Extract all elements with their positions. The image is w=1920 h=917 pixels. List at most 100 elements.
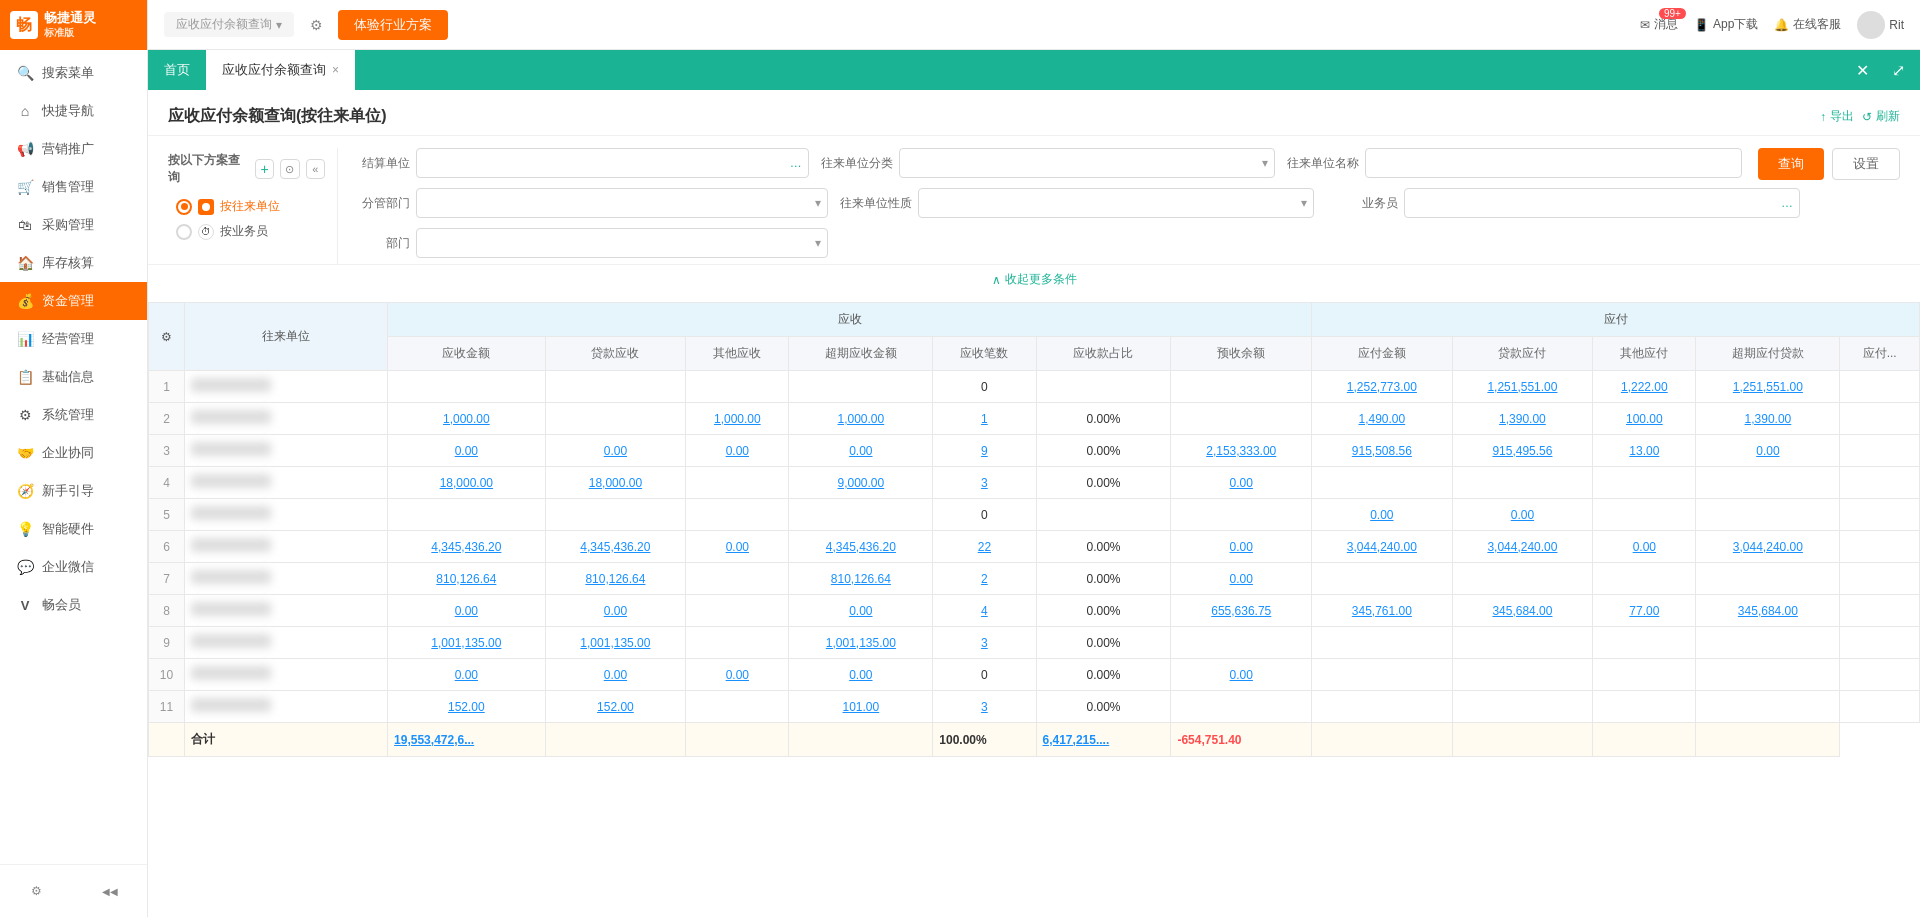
cell-data-7[interactable]: 1,252,773.00 [1312, 371, 1453, 403]
export-button[interactable]: ↑ 导出 [1820, 108, 1854, 125]
sidebar-item-inventory[interactable]: 🏠 库存核算 [0, 244, 147, 282]
app-download-button[interactable]: 📱 App下载 [1694, 16, 1758, 33]
sidebar-item-quicknav[interactable]: ⌂ 快捷导航 [0, 92, 147, 130]
tab-close-window-icon[interactable]: ✕ [1848, 56, 1876, 84]
cell-data-10[interactable]: 3,044,240.00 [1696, 531, 1840, 563]
filter-option-by-employee[interactable]: ⏱ 按业务员 [176, 219, 325, 244]
cell-data-10[interactable]: 0.00 [1696, 435, 1840, 467]
cell-data-4[interactable]: 3 [933, 627, 1036, 659]
settings-gear-icon[interactable]: ⚙ [302, 11, 330, 39]
cell-data-1[interactable]: 0.00 [545, 659, 686, 691]
query-button[interactable]: 查询 [1758, 148, 1824, 180]
tab-balance[interactable]: 应收应付余额查询 × [206, 50, 355, 90]
cell-data-3[interactable]: 101.00 [789, 691, 933, 723]
cell-data-8[interactable]: 1,251,551.00 [1452, 371, 1593, 403]
cell-data-6[interactable]: 0.00 [1171, 659, 1312, 691]
cell-data-7[interactable]: 3,044,240.00 [1312, 531, 1453, 563]
cell-data-2[interactable]: 0.00 [686, 435, 789, 467]
cell-data-0[interactable]: 0.00 [388, 595, 546, 627]
cell-data-7[interactable]: 345,761.00 [1312, 595, 1453, 627]
cell-data-4[interactable]: 2 [933, 563, 1036, 595]
cell-data-9[interactable]: 77.00 [1593, 595, 1696, 627]
cell-data-4[interactable]: 22 [933, 531, 1036, 563]
sidebar-item-collab[interactable]: 🤝 企业协同 [0, 434, 147, 472]
cell-data-8[interactable]: 3,044,240.00 [1452, 531, 1593, 563]
sidebar-item-guide[interactable]: 🧭 新手引导 [0, 472, 147, 510]
collapse-scheme-icon[interactable]: « [306, 159, 325, 179]
collapse-more-button[interactable]: ∧ 收起更多条件 [148, 265, 1920, 294]
cell-data-4[interactable]: 3 [933, 691, 1036, 723]
sidebar-item-wechat[interactable]: 💬 企业微信 [0, 548, 147, 586]
setting-button[interactable]: 设置 [1832, 148, 1900, 180]
sidebar-item-system[interactable]: ⚙ 系统管理 [0, 396, 147, 434]
cell-data-8[interactable]: 0.00 [1452, 499, 1593, 531]
sidebar-item-marketing[interactable]: 📢 营销推广 [0, 130, 147, 168]
input-dept[interactable]: ▾ [416, 188, 828, 218]
cell-data-1[interactable]: 0.00 [545, 595, 686, 627]
sidebar-item-purchase[interactable]: 🛍 采购管理 [0, 206, 147, 244]
input-subdept[interactable]: ▾ [416, 228, 828, 258]
cell-data-0[interactable]: 0.00 [388, 659, 546, 691]
breadcrumb-chevron-icon[interactable]: ▾ [276, 18, 282, 32]
cell-data-8[interactable]: 915,495.56 [1452, 435, 1593, 467]
sidebar-item-operation[interactable]: 📊 经营管理 [0, 320, 147, 358]
cell-data-2[interactable]: 1,000.00 [686, 403, 789, 435]
cell-data-0[interactable]: 18,000.00 [388, 467, 546, 499]
cell-data-9[interactable]: 0.00 [1593, 531, 1696, 563]
cell-data-0[interactable]: 152.00 [388, 691, 546, 723]
filter-option-by-unit[interactable]: 按往来单位 [176, 194, 325, 219]
messages-button[interactable]: ✉ 消息 99+ [1640, 16, 1678, 33]
refresh-button[interactable]: ↺ 刷新 [1862, 108, 1900, 125]
input-settlement[interactable]: … [416, 148, 809, 178]
sidebar-item-smart[interactable]: 💡 智能硬件 [0, 510, 147, 548]
cell-data-4[interactable]: 1 [933, 403, 1036, 435]
cell-data-2[interactable]: 0.00 [686, 659, 789, 691]
tab-close-icon[interactable]: × [332, 63, 339, 77]
cell-data-3[interactable]: 9,000.00 [789, 467, 933, 499]
input-unit-category[interactable]: ▾ [899, 148, 1276, 178]
cell-data-4[interactable]: 9 [933, 435, 1036, 467]
sidebar-item-member[interactable]: V 畅会员 [0, 586, 147, 624]
user-menu[interactable]: Rit [1857, 11, 1904, 39]
cell-data-10[interactable]: 345,684.00 [1696, 595, 1840, 627]
cell-data-8[interactable]: 1,390.00 [1452, 403, 1593, 435]
cell-data-4[interactable]: 3 [933, 467, 1036, 499]
input-unit-name[interactable] [1365, 148, 1742, 178]
cell-data-4[interactable]: 4 [933, 595, 1036, 627]
cell-data-1[interactable]: 810,126.64 [545, 563, 686, 595]
cell-data-8[interactable]: 345,684.00 [1452, 595, 1593, 627]
breadcrumb[interactable]: 应收应付余额查询 ▾ [164, 12, 294, 37]
cell-data-9[interactable]: 100.00 [1593, 403, 1696, 435]
cell-data-1[interactable]: 152.00 [545, 691, 686, 723]
promo-button[interactable]: 体验行业方案 [338, 10, 448, 40]
online-service-button[interactable]: 🔔 在线客服 [1774, 16, 1841, 33]
cell-data-1[interactable]: 1,001,135.00 [545, 627, 686, 659]
cell-data-6[interactable]: 0.00 [1171, 531, 1312, 563]
th-settings[interactable]: ⚙ [149, 303, 185, 371]
cell-data-10[interactable]: 1,390.00 [1696, 403, 1840, 435]
cell-data-7[interactable]: 1,490.00 [1312, 403, 1453, 435]
cell-data-0[interactable]: 4,345,436.20 [388, 531, 546, 563]
circle-dots-icon[interactable]: ⊙ [280, 159, 299, 179]
cell-data-3[interactable]: 1,001,135.00 [789, 627, 933, 659]
sidebar-item-basic[interactable]: 📋 基础信息 [0, 358, 147, 396]
cell-data-6[interactable]: 2,153,333.00 [1171, 435, 1312, 467]
sidebar-item-sales[interactable]: 🛒 销售管理 [0, 168, 147, 206]
cell-data-3[interactable]: 4,345,436.20 [789, 531, 933, 563]
cell-data-9[interactable]: 13.00 [1593, 435, 1696, 467]
cell-data-3[interactable]: 0.00 [789, 659, 933, 691]
collapse-button[interactable]: ◀◀ [94, 875, 126, 907]
cell-data-9[interactable]: 1,222.00 [1593, 371, 1696, 403]
cell-data-6[interactable]: 0.00 [1171, 467, 1312, 499]
cell-data-10[interactable]: 1,251,551.00 [1696, 371, 1840, 403]
cell-data-6[interactable]: 655,636.75 [1171, 595, 1312, 627]
settings-button[interactable]: ⚙ [21, 875, 53, 907]
cell-data-7[interactable]: 915,508.56 [1312, 435, 1453, 467]
cell-data-1[interactable]: 0.00 [545, 435, 686, 467]
cell-data-3[interactable]: 0.00 [789, 595, 933, 627]
cell-data-7[interactable]: 0.00 [1312, 499, 1453, 531]
sidebar-item-search[interactable]: 🔍 搜索菜单 [0, 54, 147, 92]
cell-data-2[interactable]: 0.00 [686, 531, 789, 563]
cell-data-3[interactable]: 810,126.64 [789, 563, 933, 595]
cell-data-0[interactable]: 1,000.00 [388, 403, 546, 435]
